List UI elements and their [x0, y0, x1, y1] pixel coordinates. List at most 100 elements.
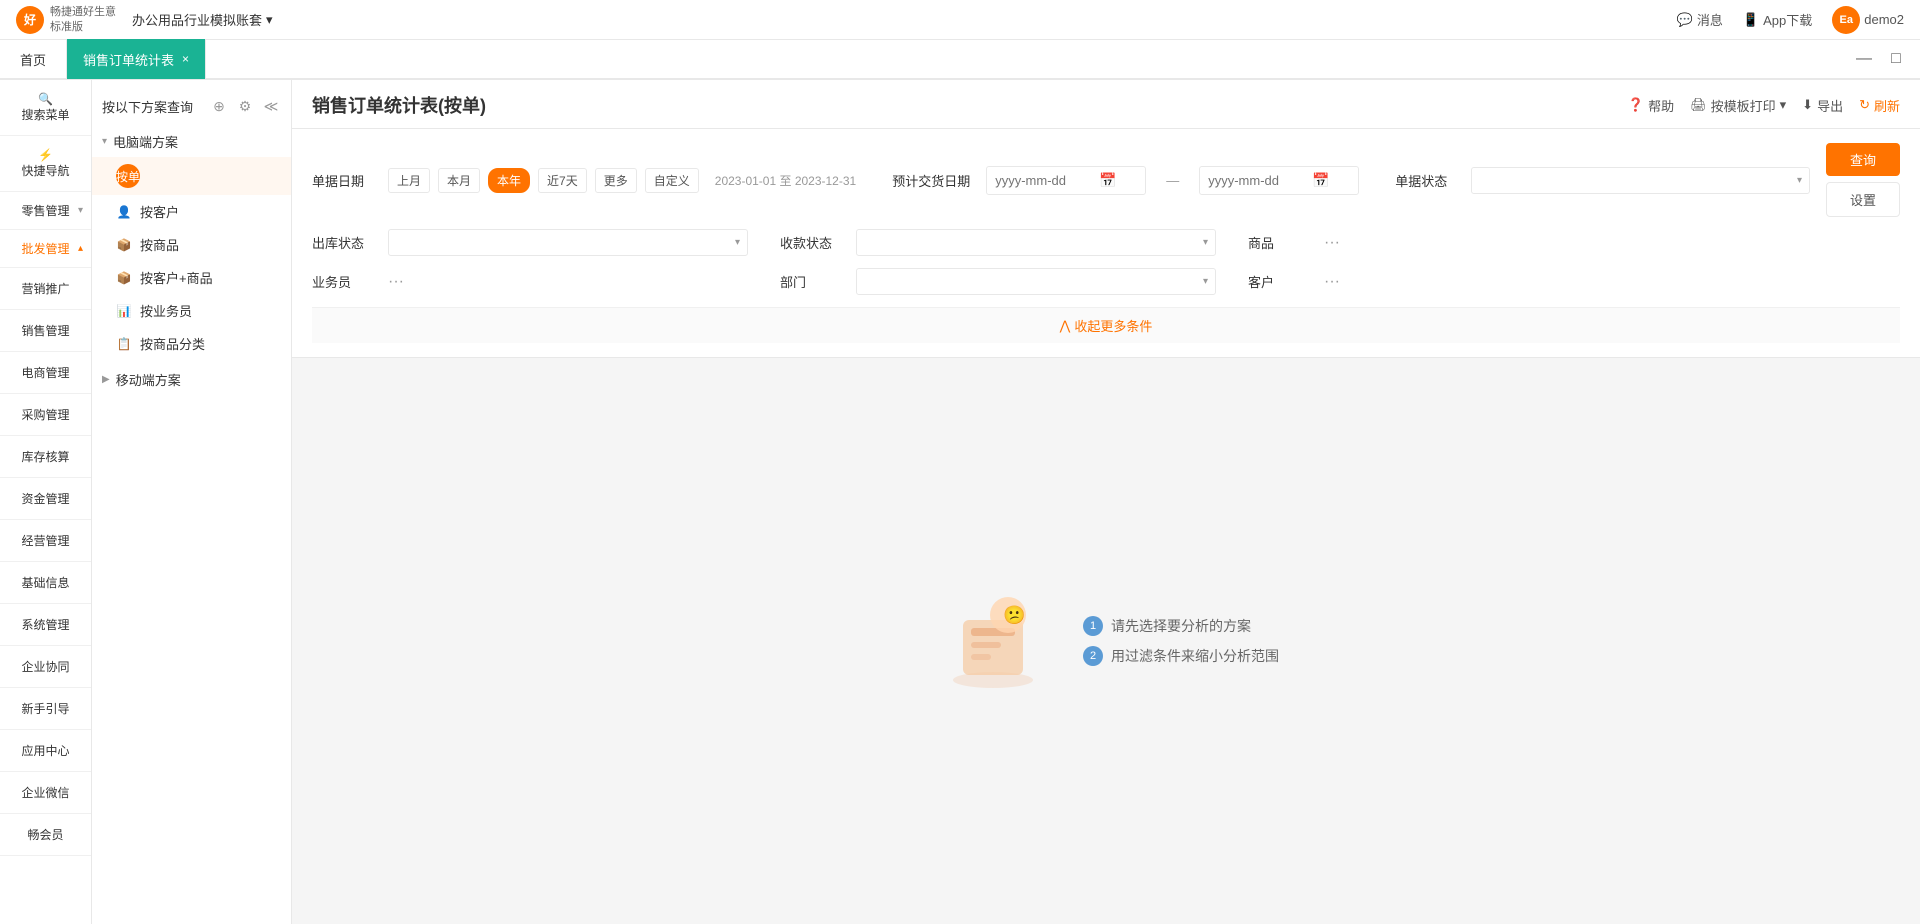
sidebar-item-inventory[interactable]: 库存核算	[0, 436, 91, 478]
sidebar-item-purchase[interactable]: 采购管理	[0, 394, 91, 436]
custom-date-btn[interactable]: 自定义	[645, 168, 699, 193]
scheme-item-by-goods[interactable]: 📦 按商品	[92, 228, 291, 261]
print-template-button[interactable]: 🖨 按模板打印 ▾	[1690, 96, 1786, 115]
this-month-btn[interactable]: 本月	[438, 168, 480, 193]
expected-date-end-input[interactable]	[1208, 173, 1308, 188]
sidebar-item-sales[interactable]: 销售管理	[0, 310, 91, 352]
customer-goods-scheme-icon: 📦	[116, 270, 132, 286]
main-layout: 🔍 搜索菜单 ⚡ 快捷导航 零售管理 ▾ 批发管理 ▴ 营销推广 销售管理 电商…	[0, 80, 1920, 924]
query-button[interactable]: 查询	[1826, 143, 1900, 176]
tip-num-2: 2	[1083, 646, 1103, 666]
settings-scheme-icon[interactable]: ⚙	[235, 96, 255, 116]
app-selector[interactable]: 办公用品行业模拟账套 ▾	[124, 10, 281, 29]
order-status-select[interactable]	[1471, 167, 1810, 194]
refresh-icon: ↻	[1859, 97, 1870, 113]
quicknav-icon: ⚡	[4, 148, 87, 162]
sidebar-item-wechat[interactable]: 企业微信	[0, 772, 91, 814]
expected-date-start[interactable]: 📅	[986, 166, 1146, 195]
sidebar-item-ecom[interactable]: 电商管理	[0, 352, 91, 394]
tab-bar: 首页 销售订单统计表 × — □	[0, 40, 1920, 80]
last-7-days-btn[interactable]: 近7天	[538, 168, 587, 193]
wholesale-arrow-icon: ▴	[78, 243, 83, 254]
user-menu[interactable]: Ea demo2	[1832, 6, 1904, 34]
download-icon: 📱	[1743, 12, 1759, 28]
scheme-item-by-category[interactable]: 📋 按商品分类	[92, 327, 291, 360]
payment-status-select[interactable]	[856, 229, 1216, 256]
logo-icon: 好	[16, 6, 44, 34]
sidebar-item-newbie[interactable]: 新手引导	[0, 688, 91, 730]
left-panel-header: 按以下方案查询 ⊕ ⚙ ≪	[92, 90, 291, 126]
tab-close-icon[interactable]: ×	[182, 52, 189, 66]
scheme-group-desktop-header[interactable]: ▾ 电脑端方案	[92, 126, 291, 157]
sidebar-item-member[interactable]: 畅会员	[0, 814, 91, 856]
refresh-button[interactable]: ↻ 刷新	[1859, 96, 1900, 115]
salesperson-select-button[interactable]: ···	[388, 273, 748, 291]
app-selector-arrow-icon: ▾	[266, 12, 273, 28]
empty-tip-2: 2 用过滤条件来缩小分析范围	[1083, 646, 1279, 666]
tab-home[interactable]: 首页	[0, 39, 67, 79]
app-download-button[interactable]: 📱 App下载	[1743, 10, 1812, 29]
tab-bar-right: — □	[1852, 47, 1920, 71]
filter-row-2: 出库状态 ▾ 收款状态 ▾ 商品 ·	[312, 229, 1900, 256]
svg-text:😕: 😕	[1003, 605, 1025, 625]
page-actions: ❓ 帮助 🖨 按模板打印 ▾ ⬇ 导出 ↻ 刷新	[1628, 96, 1900, 115]
sidebar-item-system[interactable]: 系统管理	[0, 604, 91, 646]
left-panel: 按以下方案查询 ⊕ ⚙ ≪ ▾ 电脑端方案 按单 👤 按客户	[92, 80, 292, 924]
empty-state: 😕 1 请先选择要分析的方案 2 用过滤条件来缩小分析范围	[933, 580, 1279, 703]
out-status-label: 出库状态	[312, 233, 372, 252]
scheme-item-by-order[interactable]: 按单	[92, 157, 291, 195]
goods-scheme-icon: 📦	[116, 237, 132, 253]
collapse-panel-icon[interactable]: ≪	[261, 96, 281, 116]
out-status-select-wrapper: ▾	[388, 229, 748, 256]
customer-select-button[interactable]: ···	[1324, 273, 1900, 291]
scheme-item-by-customer[interactable]: 👤 按客户	[92, 195, 291, 228]
scheme-group-mobile-header[interactable]: ▶ 移动端方案	[92, 364, 291, 395]
customer-scheme-icon: 👤	[116, 204, 132, 220]
help-button[interactable]: ❓ 帮助	[1628, 96, 1674, 115]
filter-row-3: 业务员 ··· 部门 ▾ 客户 ···	[312, 268, 1900, 295]
sidebar-item-basic[interactable]: 基础信息	[0, 562, 91, 604]
sidebar-item-wholesale[interactable]: 批发管理 ▴	[0, 230, 91, 268]
scheme-item-by-salesperson[interactable]: 📊 按业务员	[92, 294, 291, 327]
salesperson-label: 业务员	[312, 272, 372, 291]
sidebar-item-finance[interactable]: 资金管理	[0, 478, 91, 520]
maximize-button[interactable]: □	[1884, 47, 1908, 71]
message-icon: 💬	[1677, 12, 1693, 28]
export-button[interactable]: ⬇ 导出	[1802, 96, 1843, 115]
settings-button[interactable]: 设置	[1826, 182, 1900, 217]
avatar: Ea	[1832, 6, 1860, 34]
sidebar-item-enterprise[interactable]: 企业协同	[0, 646, 91, 688]
more-date-btn[interactable]: 更多	[595, 168, 637, 193]
collapse-bar[interactable]: ⋀ 收起更多条件	[312, 307, 1900, 343]
sidebar-item-retail[interactable]: 零售管理 ▾	[0, 192, 91, 230]
salesperson-scheme-icon: 📊	[116, 303, 132, 319]
category-scheme-icon: 📋	[116, 336, 132, 352]
print-icon: 🖨	[1690, 97, 1707, 113]
main-body: 😕 1 请先选择要分析的方案 2 用过滤条件来缩小分析范围	[292, 358, 1920, 924]
scheme-item-by-customer-goods[interactable]: 📦 按客户+商品	[92, 261, 291, 294]
this-year-btn[interactable]: 本年	[488, 168, 530, 193]
active-scheme-icon: 按单	[116, 164, 140, 188]
sidebar-item-appstore[interactable]: 应用中心	[0, 730, 91, 772]
tab-sales-order-stats[interactable]: 销售订单统计表 ×	[67, 39, 206, 79]
last-month-btn[interactable]: 上月	[388, 168, 430, 193]
left-panel-tools: ⊕ ⚙ ≪	[209, 96, 281, 116]
sidebar-item-ops[interactable]: 经营管理	[0, 520, 91, 562]
expected-date-start-input[interactable]	[995, 173, 1095, 188]
filter-row-1: 单据日期 上月 本月 本年 近7天 更多 自定义 2023-01-01 至 20…	[312, 143, 1900, 217]
goods-select-button[interactable]: ···	[1324, 234, 1900, 252]
out-status-select[interactable]	[388, 229, 748, 256]
top-bar-right: 💬 消息 📱 App下载 Ea demo2	[1677, 6, 1904, 34]
dept-select[interactable]	[856, 268, 1216, 295]
sidebar-item-search[interactable]: 🔍 搜索菜单	[0, 80, 91, 136]
calendar-start-icon: 📅	[1099, 172, 1116, 189]
message-button[interactable]: 💬 消息	[1677, 10, 1723, 29]
add-scheme-button[interactable]: ⊕	[209, 96, 229, 116]
retail-arrow-icon: ▾	[78, 205, 83, 216]
sidebar-item-marketing[interactable]: 营销推广	[0, 268, 91, 310]
dept-select-wrapper: ▾	[856, 268, 1216, 295]
minimize-button[interactable]: —	[1852, 47, 1876, 71]
calendar-end-icon: 📅	[1312, 172, 1329, 189]
sidebar-item-quicknav[interactable]: ⚡ 快捷导航	[0, 136, 91, 192]
expected-date-end[interactable]: 📅	[1199, 166, 1359, 195]
